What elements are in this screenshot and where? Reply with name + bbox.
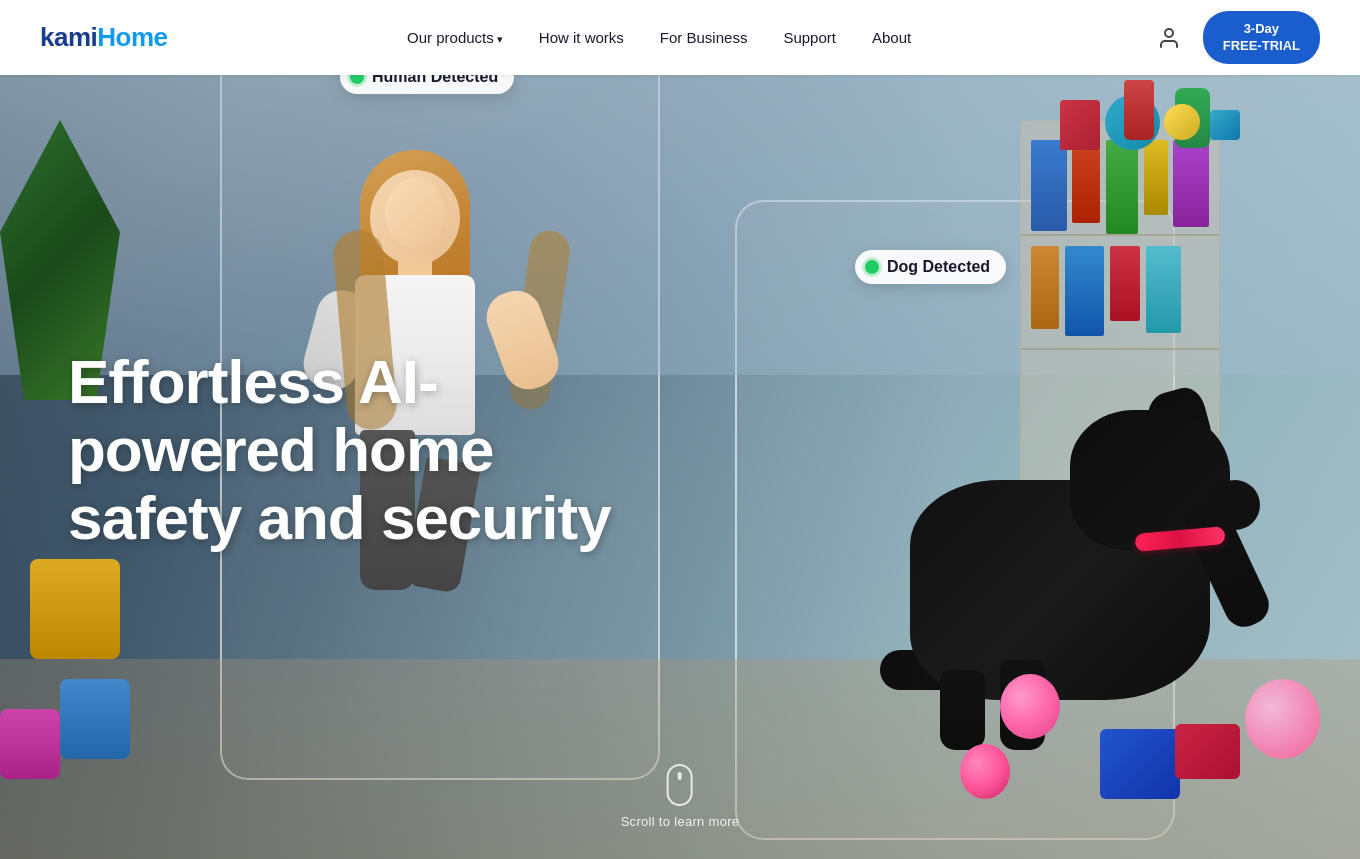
hero-text-block: Effortless AI-powered home safety and se… [68, 348, 668, 553]
logo-home: Home [97, 22, 167, 53]
scroll-label: Scroll to learn more [621, 814, 740, 829]
nav-item-business[interactable]: For Business [660, 29, 748, 47]
account-icon[interactable] [1151, 20, 1187, 56]
dog-detection-label: Dog Detected [887, 258, 990, 276]
logo-kami: kami [40, 22, 97, 53]
nav-item-about[interactable]: About [872, 29, 911, 47]
scroll-indicator[interactable]: Scroll to learn more [621, 764, 740, 829]
svg-point-0 [1165, 29, 1173, 37]
scroll-wheel [678, 772, 682, 780]
dog-detection-dot [865, 260, 879, 274]
nav-link-about[interactable]: About [872, 29, 911, 46]
free-trial-button[interactable]: 3-Day FREE-TRIAL [1203, 11, 1320, 65]
nav-link-business[interactable]: For Business [660, 29, 748, 46]
shelf-decorations [1124, 80, 1240, 140]
dog-detection-badge: Dog Detected [855, 250, 1006, 284]
nav-right: 3-Day FREE-TRIAL [1151, 11, 1320, 65]
lamp-decoration [1124, 80, 1154, 140]
scroll-mouse-icon [667, 764, 693, 806]
nav-link-how[interactable]: How it works [539, 29, 624, 46]
dog-figure [880, 380, 1260, 760]
nav-item-how[interactable]: How it works [539, 29, 624, 47]
nav-item-products[interactable]: Our products [407, 29, 503, 47]
nav-link-support[interactable]: Support [783, 29, 836, 46]
nav-link-products[interactable]: Our products [407, 29, 503, 46]
navbar: kami Home Our products How it works For … [0, 0, 1360, 75]
nav-links: Our products How it works For Business S… [407, 29, 911, 47]
hero-title: Effortless AI-powered home safety and se… [68, 348, 668, 553]
logo[interactable]: kami Home [40, 22, 168, 53]
nav-item-support[interactable]: Support [783, 29, 836, 47]
hero-section: Human Detected Dog Detected Effortless A… [0, 0, 1360, 859]
